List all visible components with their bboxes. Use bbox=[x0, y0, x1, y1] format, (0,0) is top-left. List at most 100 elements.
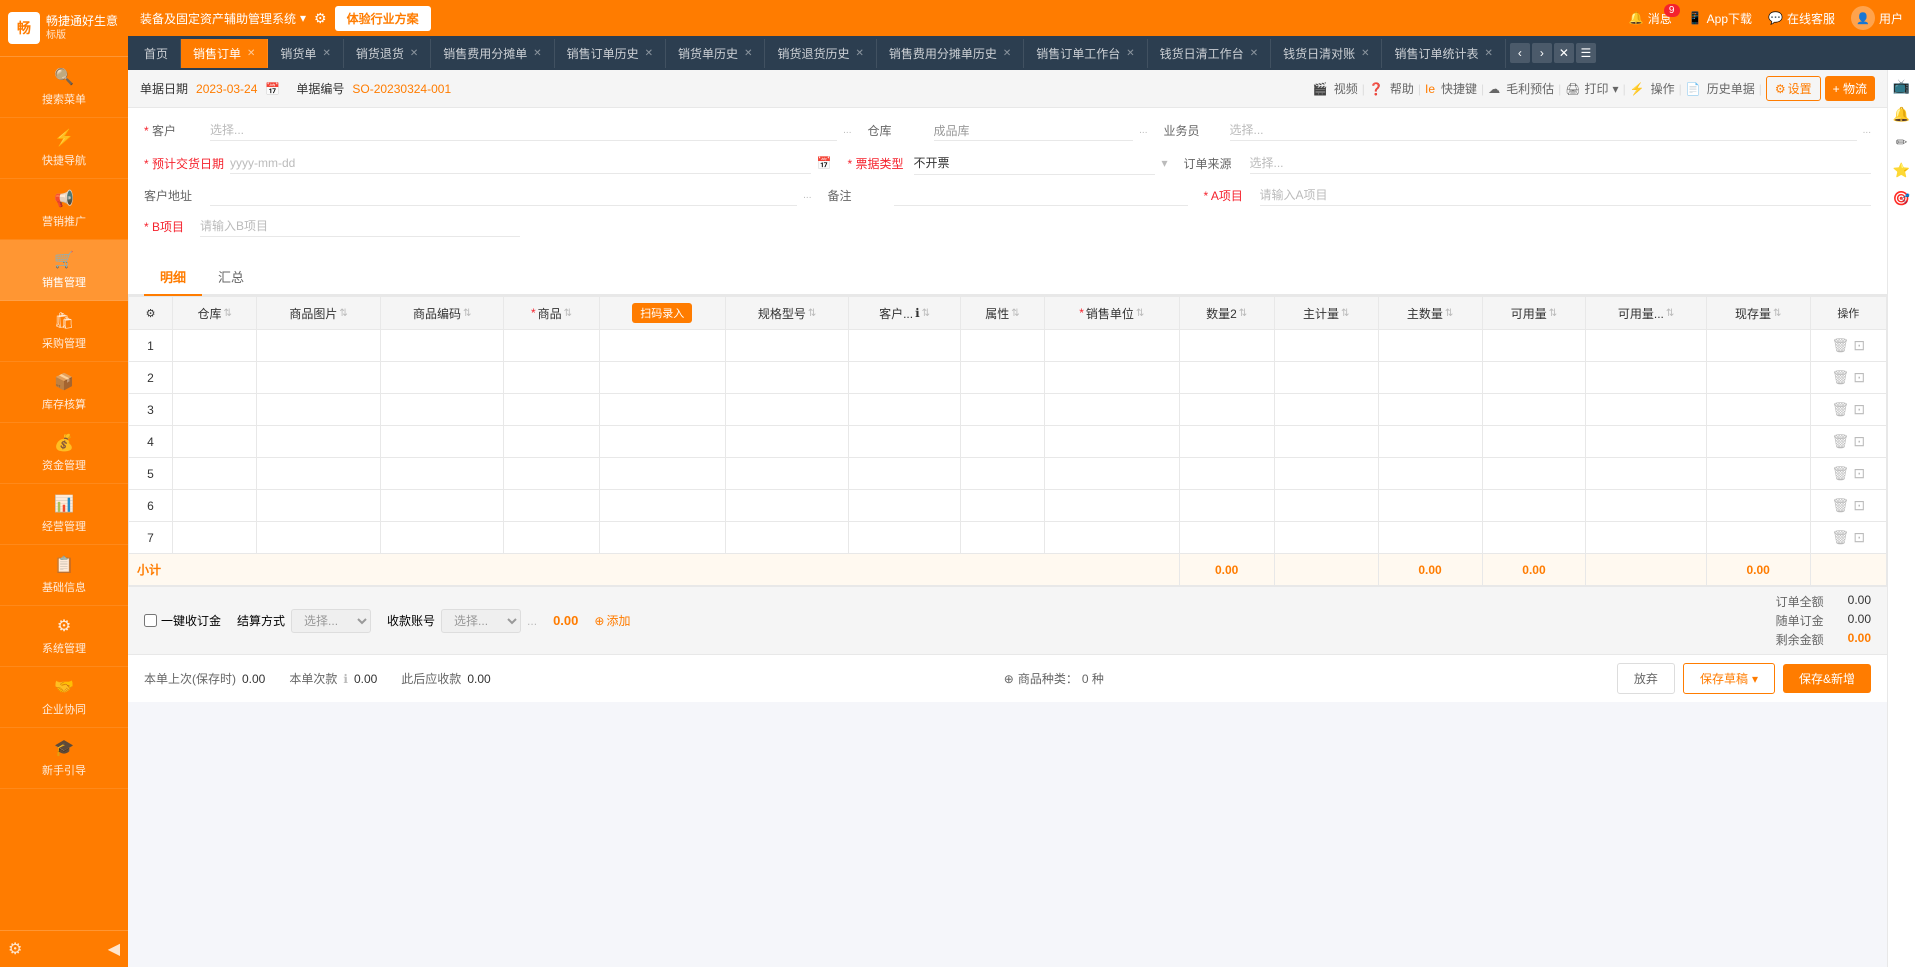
history-action[interactable]: 📄 历史单据 bbox=[1686, 80, 1755, 97]
tab-close-icon[interactable]: ✕ bbox=[645, 48, 653, 59]
user-item[interactable]: 👤 用户 bbox=[1851, 6, 1903, 30]
delivery-calendar-icon[interactable]: 📅 bbox=[817, 156, 832, 170]
right-panel-tv-icon[interactable]: 📺 bbox=[1890, 74, 1914, 98]
copy-row-icon[interactable]: ⊡ bbox=[1853, 497, 1865, 514]
help-action[interactable]: ❓ 帮助 bbox=[1369, 80, 1414, 97]
copy-row-icon[interactable]: ⊡ bbox=[1853, 465, 1865, 482]
tab-close-icon[interactable]: ✕ bbox=[410, 48, 418, 59]
order-source-input[interactable] bbox=[1250, 153, 1872, 174]
dropdown-icon[interactable]: ▾ bbox=[1752, 672, 1758, 686]
print-action[interactable]: 🖨 打印 ▾ bbox=[1565, 80, 1618, 97]
th-attribute[interactable]: 属性 ⇅ bbox=[960, 297, 1044, 330]
tab-close-icon[interactable]: ✕ bbox=[1485, 48, 1493, 59]
customer-input[interactable] bbox=[210, 120, 837, 141]
system-title[interactable]: 装备及固定资产辅助管理系统 ▾ bbox=[140, 10, 306, 27]
settings-bottom-icon[interactable]: ⚙ bbox=[8, 939, 22, 959]
delete-row-icon[interactable]: 🗑 bbox=[1832, 369, 1850, 386]
remark-input[interactable] bbox=[894, 185, 1188, 206]
tab-order-workbench[interactable]: 销售订单工作台 ✕ bbox=[1024, 39, 1147, 68]
one-click-checkbox[interactable] bbox=[144, 614, 157, 627]
sidebar-item-quick-nav[interactable]: ⚡ 快捷导航 bbox=[0, 118, 128, 179]
tab-home[interactable]: 首页 bbox=[132, 39, 181, 68]
delete-row-icon[interactable]: 🗑 bbox=[1832, 497, 1850, 514]
tab-sales-order[interactable]: 销售订单 ✕ bbox=[181, 39, 268, 68]
add-goods-button[interactable]: + 物流 bbox=[1825, 76, 1875, 101]
salesperson-input[interactable] bbox=[1230, 120, 1857, 141]
tab-close-icon[interactable]: ✕ bbox=[247, 48, 255, 59]
tab-close-icon[interactable]: ✕ bbox=[533, 48, 541, 59]
copy-row-icon[interactable]: ⊡ bbox=[1853, 401, 1865, 418]
sidebar-item-enterprise[interactable]: 🤝 企业协同 bbox=[0, 667, 128, 728]
sidebar-item-operations[interactable]: 📊 经营管理 bbox=[0, 484, 128, 545]
scan-button[interactable]: 扫码录入 bbox=[632, 303, 692, 323]
shortcut-action[interactable]: Ie 快捷键 bbox=[1425, 80, 1477, 97]
tab-close-icon[interactable]: ✕ bbox=[1250, 48, 1258, 59]
online-support-item[interactable]: 💬 在线客服 bbox=[1768, 10, 1835, 27]
tab-cash-reconcile[interactable]: 钱货日清对账 ✕ bbox=[1271, 39, 1382, 68]
copy-row-icon[interactable]: ⊡ bbox=[1853, 337, 1865, 354]
address-ellipsis[interactable]: ... bbox=[803, 190, 811, 201]
delete-row-icon[interactable]: 🗑 bbox=[1832, 433, 1850, 450]
address-input[interactable] bbox=[210, 185, 797, 206]
th-warehouse[interactable]: 仓库 ⇅ bbox=[173, 297, 257, 330]
tab-close-icon[interactable]: ✕ bbox=[322, 48, 330, 59]
account-select[interactable]: 选择... bbox=[441, 609, 521, 633]
delete-row-icon[interactable]: 🗑 bbox=[1832, 337, 1850, 354]
th-current-stock[interactable]: 现存量 ⇅ bbox=[1706, 297, 1810, 330]
delete-row-icon[interactable]: 🗑 bbox=[1832, 529, 1850, 546]
tab-summary[interactable]: 汇总 bbox=[202, 259, 260, 296]
solution-button[interactable]: 体验行业方案 bbox=[335, 6, 431, 31]
tab-close-icon[interactable]: ✕ bbox=[1003, 48, 1011, 59]
warehouse-ellipsis[interactable]: ... bbox=[1139, 125, 1147, 136]
right-panel-star-icon[interactable]: ⭐ bbox=[1890, 158, 1914, 182]
tab-close-icon[interactable]: ✕ bbox=[1126, 48, 1134, 59]
delete-row-icon[interactable]: 🗑 bbox=[1832, 401, 1850, 418]
calendar-icon[interactable]: 📅 bbox=[265, 82, 280, 96]
app-download-item[interactable]: 📱 App下载 bbox=[1688, 10, 1752, 27]
th-goods[interactable]: * 商品 ⇅ bbox=[504, 297, 599, 330]
tab-menu-btn[interactable]: ☰ bbox=[1576, 43, 1596, 63]
info-icon[interactable]: ℹ bbox=[343, 672, 348, 686]
sidebar-item-search[interactable]: 🔍 搜索菜单 bbox=[0, 57, 128, 118]
save-draft-button[interactable]: 保存草稿 ▾ bbox=[1683, 663, 1775, 694]
sidebar-item-sales[interactable]: 🛒 销售管理 bbox=[0, 240, 128, 301]
th-qty2[interactable]: 数量2 ⇅ bbox=[1179, 297, 1274, 330]
tab-close-icon[interactable]: ✕ bbox=[855, 48, 863, 59]
tab-sales-expense[interactable]: 销售费用分摊单 ✕ bbox=[431, 39, 554, 68]
customer-ellipsis[interactable]: ... bbox=[843, 125, 851, 136]
tab-prev-btn[interactable]: ‹ bbox=[1510, 43, 1530, 63]
th-customer[interactable]: 客户... ℹ ⇅ bbox=[849, 297, 960, 330]
message-item[interactable]: 🔔 🔔 9 消息 bbox=[1629, 10, 1672, 27]
th-main-unit[interactable]: 主计量 ⇅ bbox=[1274, 297, 1378, 330]
right-panel-bell-icon[interactable]: 🔔 bbox=[1890, 102, 1914, 126]
tab-order-history[interactable]: 销售订单历史 ✕ bbox=[555, 39, 666, 68]
info-icon[interactable]: ℹ bbox=[915, 306, 920, 320]
delivery-date-input[interactable] bbox=[230, 153, 811, 174]
th-image[interactable]: 商品图片 ⇅ bbox=[257, 297, 381, 330]
discard-button[interactable]: 放弃 bbox=[1617, 663, 1675, 694]
sidebar-item-inventory[interactable]: 📦 库存核算 bbox=[0, 362, 128, 423]
settlement-select[interactable]: 选择... bbox=[291, 609, 371, 633]
save-new-button[interactable]: 保存&新增 bbox=[1783, 664, 1871, 693]
sidebar-item-basic-info[interactable]: 📋 基础信息 bbox=[0, 545, 128, 606]
tab-close-icon[interactable]: ✕ bbox=[744, 48, 752, 59]
tab-close-all-btn[interactable]: ✕ bbox=[1554, 43, 1574, 63]
header-settings-icon[interactable]: ⚙ bbox=[314, 10, 327, 27]
b-project-input[interactable] bbox=[200, 216, 520, 237]
th-unit[interactable]: * 销售单位 ⇅ bbox=[1045, 297, 1180, 330]
collapse-icon[interactable]: ◀ bbox=[108, 939, 120, 959]
sidebar-item-system[interactable]: ⚙ 系统管理 bbox=[0, 606, 128, 667]
operation-action[interactable]: ⚡ 操作 bbox=[1630, 80, 1675, 97]
warehouse-input[interactable] bbox=[934, 120, 1134, 141]
profit-action[interactable]: ☁ 毛利预估 bbox=[1488, 80, 1554, 97]
tab-return-history[interactable]: 销货退货历史 ✕ bbox=[765, 39, 876, 68]
copy-row-icon[interactable]: ⊡ bbox=[1853, 369, 1865, 386]
th-spec[interactable]: 规格型号 ⇅ bbox=[725, 297, 849, 330]
delete-row-icon[interactable]: 🗑 bbox=[1832, 465, 1850, 482]
invoice-dropdown-icon[interactable]: ▾ bbox=[1161, 156, 1167, 170]
th-settings[interactable]: ⚙ bbox=[129, 297, 173, 330]
view-action[interactable]: 🎬 视频 bbox=[1313, 80, 1358, 97]
sidebar-item-marketing[interactable]: 📢 营销推广 bbox=[0, 179, 128, 240]
one-click-checkout[interactable]: 一键收订金 bbox=[144, 612, 221, 629]
right-panel-target-icon[interactable]: 🎯 bbox=[1890, 186, 1914, 210]
